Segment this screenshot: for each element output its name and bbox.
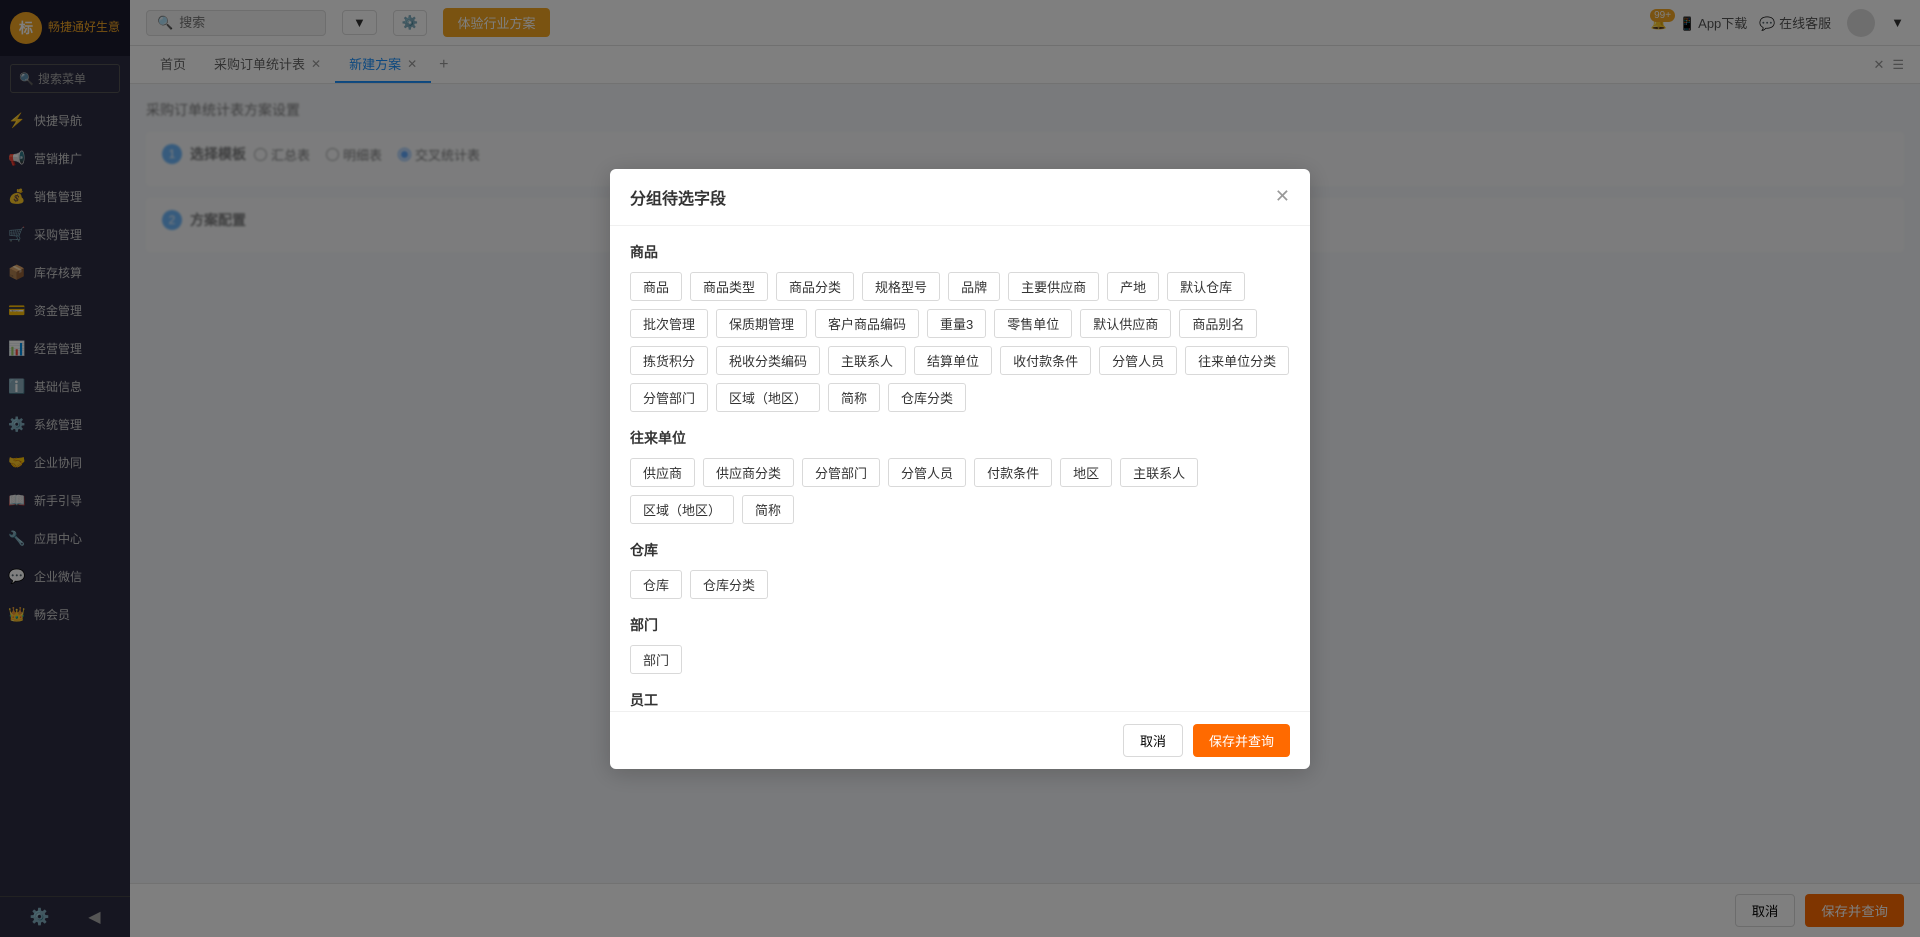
field-tag-abbrev-2[interactable]: 简称 xyxy=(742,495,794,524)
field-tag-department[interactable]: 部门 xyxy=(630,645,682,674)
section-staff: 员工 业务员 xyxy=(630,690,1290,711)
field-tag-supervisor[interactable]: 分管人员 xyxy=(1099,346,1177,375)
field-tag-mgmt-dept[interactable]: 分管部门 xyxy=(802,458,880,487)
modal-body: 商品 商品 商品类型 商品分类 规格型号 品牌 主要供应商 产地 默认仓库 批次… xyxy=(610,226,1310,711)
field-tag-product-type[interactable]: 商品类型 xyxy=(690,272,768,301)
field-tag-brand[interactable]: 品牌 xyxy=(948,272,1000,301)
modal-dialog: 分组待选字段 ✕ 商品 商品 商品类型 商品分类 规格型号 品牌 主要供应商 产… xyxy=(610,169,1310,769)
field-tag-wh[interactable]: 仓库 xyxy=(630,570,682,599)
field-tag-payment-condition[interactable]: 付款条件 xyxy=(974,458,1052,487)
section-warehouse: 仓库 仓库 仓库分类 xyxy=(630,540,1290,599)
modal-cancel-btn[interactable]: 取消 xyxy=(1123,724,1183,757)
field-tag-origin[interactable]: 产地 xyxy=(1107,272,1159,301)
section-counterparts: 往来单位 供应商 供应商分类 分管部门 分管人员 付款条件 地区 主联系人 区域… xyxy=(630,428,1290,524)
field-tag-shelf-life[interactable]: 保质期管理 xyxy=(716,309,807,338)
field-tag-dept[interactable]: 分管部门 xyxy=(630,383,708,412)
field-tag-supplier[interactable]: 供应商 xyxy=(630,458,695,487)
section-department: 部门 部门 xyxy=(630,615,1290,674)
field-tag-weight3[interactable]: 重量3 xyxy=(927,309,986,338)
section-products: 商品 商品 商品类型 商品分类 规格型号 品牌 主要供应商 产地 默认仓库 批次… xyxy=(630,242,1290,412)
section-products-title: 商品 xyxy=(630,242,1290,262)
counterparts-field-grid: 供应商 供应商分类 分管部门 分管人员 付款条件 地区 主联系人 区域（地区） … xyxy=(630,458,1290,524)
field-tag-product-alias[interactable]: 商品别名 xyxy=(1179,309,1257,338)
field-tag-main-contact[interactable]: 主联系人 xyxy=(828,346,906,375)
field-tag-default-supplier[interactable]: 默认供应商 xyxy=(1080,309,1171,338)
field-tag-batch-mgmt[interactable]: 批次管理 xyxy=(630,309,708,338)
section-warehouse-title: 仓库 xyxy=(630,540,1290,560)
field-tag-region-2[interactable]: 区域（地区） xyxy=(630,495,734,524)
field-tag-main-supplier[interactable]: 主要供应商 xyxy=(1008,272,1099,301)
modal-overlay: 分组待选字段 ✕ 商品 商品 商品类型 商品分类 规格型号 品牌 主要供应商 产… xyxy=(0,0,1920,937)
field-tag-wh-category[interactable]: 仓库分类 xyxy=(690,570,768,599)
field-tag-customer-code[interactable]: 客户商品编码 xyxy=(815,309,919,338)
section-staff-title: 员工 xyxy=(630,690,1290,710)
warehouse-field-grid: 仓库 仓库分类 xyxy=(630,570,1290,599)
department-field-grid: 部门 xyxy=(630,645,1290,674)
field-tag-counterpart-category[interactable]: 往来单位分类 xyxy=(1185,346,1289,375)
field-tag-main-contact-2[interactable]: 主联系人 xyxy=(1120,458,1198,487)
modal-confirm-btn[interactable]: 保存并查询 xyxy=(1193,724,1290,757)
field-tag-default-warehouse[interactable]: 默认仓库 xyxy=(1167,272,1245,301)
modal-title: 分组待选字段 xyxy=(630,185,726,209)
section-department-title: 部门 xyxy=(630,615,1290,635)
field-tag-payment-terms[interactable]: 收付款条件 xyxy=(1000,346,1091,375)
modal-close-btn[interactable]: ✕ xyxy=(1275,186,1290,207)
field-tag-tax-code[interactable]: 税收分类编码 xyxy=(716,346,820,375)
field-tag-product[interactable]: 商品 xyxy=(630,272,682,301)
section-counterparts-title: 往来单位 xyxy=(630,428,1290,448)
field-tag-retail-unit[interactable]: 零售单位 xyxy=(994,309,1072,338)
field-tag-product-category[interactable]: 商品分类 xyxy=(776,272,854,301)
field-tag-pick-points[interactable]: 拣货积分 xyxy=(630,346,708,375)
field-tag-area[interactable]: 地区 xyxy=(1060,458,1112,487)
modal-footer: 取消 保存并查询 xyxy=(610,711,1310,769)
field-tag-region[interactable]: 区域（地区） xyxy=(716,383,820,412)
field-tag-settlement-unit[interactable]: 结算单位 xyxy=(914,346,992,375)
field-tag-supplier-category[interactable]: 供应商分类 xyxy=(703,458,794,487)
products-field-grid: 商品 商品类型 商品分类 规格型号 品牌 主要供应商 产地 默认仓库 批次管理 … xyxy=(630,272,1290,412)
field-tag-abbrev[interactable]: 简称 xyxy=(828,383,880,412)
modal-header: 分组待选字段 ✕ xyxy=(610,169,1310,226)
field-tag-warehouse-category[interactable]: 仓库分类 xyxy=(888,383,966,412)
field-tag-spec-model[interactable]: 规格型号 xyxy=(862,272,940,301)
field-tag-mgmt-person[interactable]: 分管人员 xyxy=(888,458,966,487)
